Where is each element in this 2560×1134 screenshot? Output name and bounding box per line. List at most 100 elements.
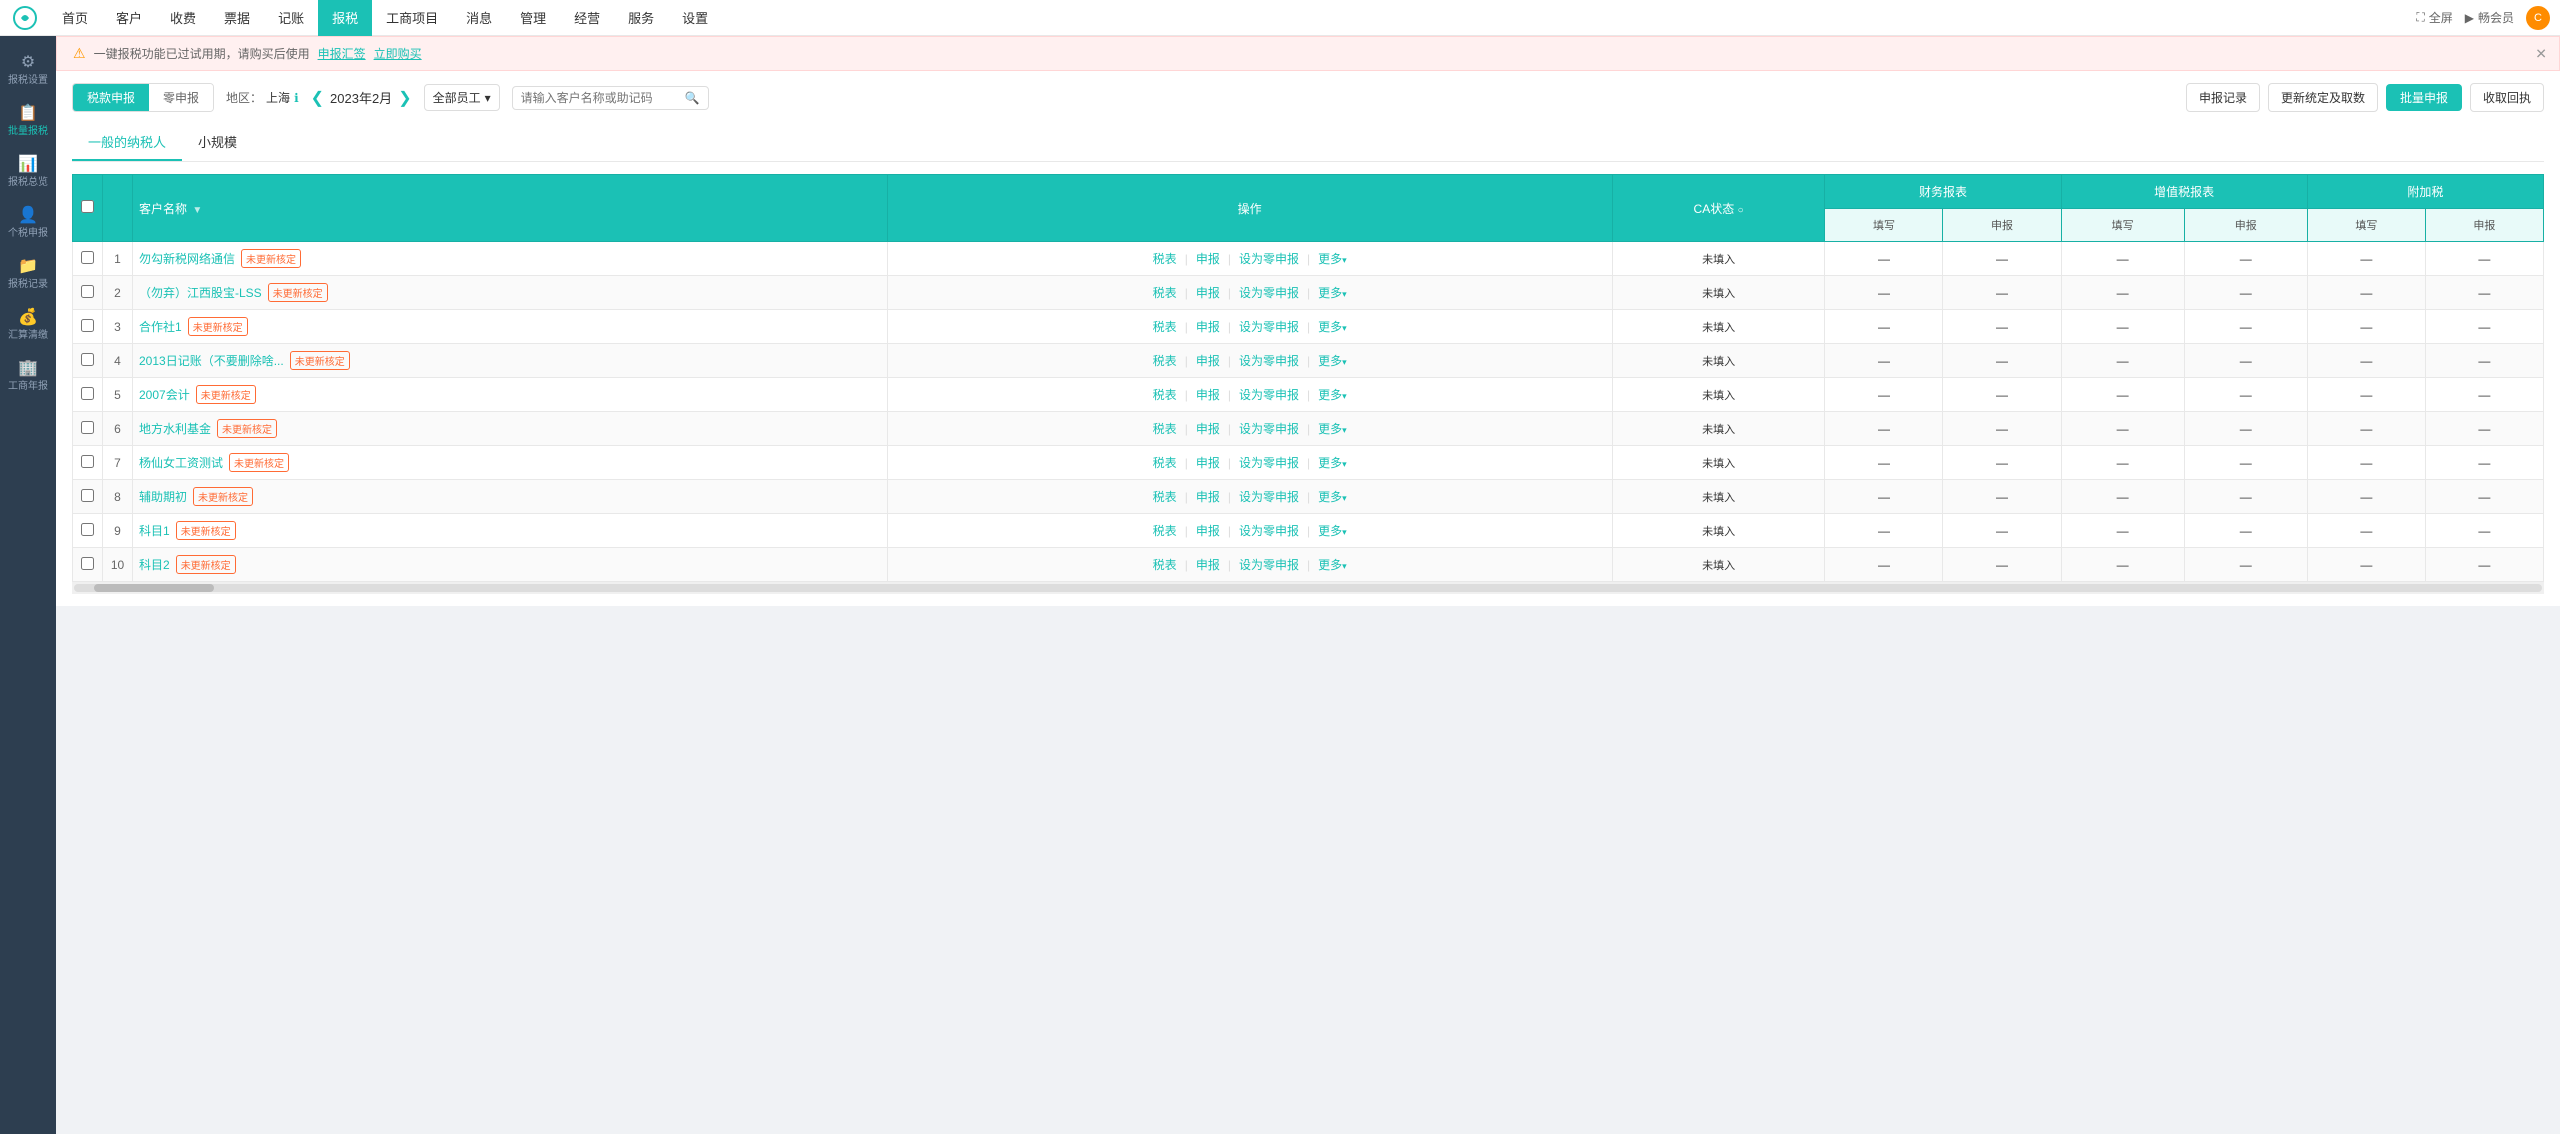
sub-tab-small-scale[interactable]: 小规模 (182, 124, 253, 161)
nav-item-manage[interactable]: 管理 (506, 0, 560, 36)
sidebar-item-settlement[interactable]: 💰 汇算清缴 (0, 299, 56, 350)
op-more[interactable]: 更多▾ (1314, 555, 1351, 574)
nav-item-invoice[interactable]: 票据 (210, 0, 264, 36)
customer-name[interactable]: 勿勾新税网络通信 (139, 250, 235, 267)
row-checkbox[interactable] (81, 319, 94, 332)
op-declare[interactable]: 申报 (1192, 487, 1224, 506)
sidebar-item-personal-tax[interactable]: 👤 个税申报 (0, 197, 56, 248)
user-avatar[interactable]: C (2526, 6, 2550, 30)
sidebar-item-tax-records[interactable]: 📁 报税记录 (0, 248, 56, 299)
op-zero-declare[interactable]: 设为零申报 (1235, 453, 1303, 472)
row-checkbox[interactable] (81, 353, 94, 366)
op-more[interactable]: 更多▾ (1314, 521, 1351, 540)
nav-item-business[interactable]: 工商项目 (372, 0, 452, 36)
customer-name[interactable]: 辅助期初 (139, 488, 187, 505)
op-more[interactable]: 更多▾ (1314, 351, 1351, 370)
op-zero-declare[interactable]: 设为零申报 (1235, 487, 1303, 506)
customer-name[interactable]: 科目1 (139, 522, 170, 539)
op-zero-declare[interactable]: 设为零申报 (1235, 283, 1303, 302)
row-checkbox[interactable] (81, 251, 94, 264)
row-checkbox[interactable] (81, 387, 94, 400)
sidebar-item-tax-overview[interactable]: 📊 报税总览 (0, 146, 56, 197)
banner-link-buy[interactable]: 立即购买 (374, 45, 422, 62)
op-declare[interactable]: 申报 (1192, 419, 1224, 438)
op-tax-form[interactable]: 税表 (1149, 283, 1181, 302)
tab-tax-declare[interactable]: 税款申报 (73, 84, 149, 111)
declare-record-button[interactable]: 申报记录 (2186, 83, 2260, 112)
op-tax-form[interactable]: 税表 (1149, 351, 1181, 370)
nav-item-service[interactable]: 服务 (614, 0, 668, 36)
row-checkbox[interactable] (81, 285, 94, 298)
customer-name[interactable]: 2013日记账（不要删除啥... (139, 352, 284, 369)
op-tax-form[interactable]: 税表 (1149, 487, 1181, 506)
row-checkbox[interactable] (81, 489, 94, 502)
collect-back-button[interactable]: 收取回执 (2470, 83, 2544, 112)
nav-item-home[interactable]: 首页 (48, 0, 102, 36)
ca-status-sort-icon[interactable]: ○ (1738, 205, 1744, 216)
row-checkbox[interactable] (81, 455, 94, 468)
sidebar-item-batch-tax[interactable]: 📋 批量报税 (0, 95, 56, 146)
member-button[interactable]: ▶ 畅会员 (2465, 9, 2514, 26)
op-zero-declare[interactable]: 设为零申报 (1235, 351, 1303, 370)
op-tax-form[interactable]: 税表 (1149, 419, 1181, 438)
op-tax-form[interactable]: 税表 (1149, 453, 1181, 472)
op-more[interactable]: 更多▾ (1314, 317, 1351, 336)
op-declare[interactable]: 申报 (1192, 555, 1224, 574)
op-declare[interactable]: 申报 (1192, 385, 1224, 404)
search-input[interactable] (521, 91, 681, 105)
scroll-thumb[interactable] (94, 584, 214, 592)
row-checkbox[interactable] (81, 557, 94, 570)
nav-item-accounting[interactable]: 记账 (264, 0, 318, 36)
batch-declare-button[interactable]: 批量申报 (2386, 84, 2462, 111)
nav-item-customer[interactable]: 客户 (102, 0, 156, 36)
banner-link-declare[interactable]: 申报汇签 (318, 45, 366, 62)
banner-close-button[interactable]: ✕ (2535, 45, 2547, 62)
select-all-checkbox[interactable] (81, 200, 94, 213)
sub-tab-general[interactable]: 一般的纳税人 (72, 124, 182, 161)
period-prev-button[interactable]: ❮ (311, 88, 324, 108)
op-zero-declare[interactable]: 设为零申报 (1235, 249, 1303, 268)
nav-item-fee[interactable]: 收费 (156, 0, 210, 36)
op-declare[interactable]: 申报 (1192, 283, 1224, 302)
op-declare[interactable]: 申报 (1192, 317, 1224, 336)
op-declare[interactable]: 申报 (1192, 249, 1224, 268)
op-more[interactable]: 更多▾ (1314, 453, 1351, 472)
info-icon[interactable]: ℹ (294, 91, 299, 105)
nav-item-tax[interactable]: 报税 (318, 0, 372, 36)
op-zero-declare[interactable]: 设为零申报 (1235, 521, 1303, 540)
op-declare[interactable]: 申报 (1192, 521, 1224, 540)
row-checkbox[interactable] (81, 421, 94, 434)
update-quota-button[interactable]: 更新统定及取数 (2268, 83, 2378, 112)
op-declare[interactable]: 申报 (1192, 453, 1224, 472)
op-more[interactable]: 更多▾ (1314, 385, 1351, 404)
customer-name[interactable]: 科目2 (139, 556, 170, 573)
fullscreen-button[interactable]: ⛶ 全屏 (2416, 9, 2452, 26)
op-zero-declare[interactable]: 设为零申报 (1235, 555, 1303, 574)
scroll-bar-area[interactable] (72, 582, 2544, 594)
customer-name[interactable]: 2007会计 (139, 386, 190, 403)
op-tax-form[interactable]: 税表 (1149, 555, 1181, 574)
op-more[interactable]: 更多▾ (1314, 249, 1351, 268)
sort-icon[interactable]: ▼ (192, 205, 202, 216)
customer-name[interactable]: （勿弃）江西股宝-LSS (139, 284, 262, 301)
period-next-button[interactable]: ❯ (398, 88, 411, 108)
customer-name[interactable]: 杨仙女工资测试 (139, 454, 223, 471)
op-tax-form[interactable]: 税表 (1149, 521, 1181, 540)
sidebar-item-tax-settings[interactable]: ⚙ 报税设置 (0, 44, 56, 95)
op-more[interactable]: 更多▾ (1314, 419, 1351, 438)
nav-item-message[interactable]: 消息 (452, 0, 506, 36)
op-tax-form[interactable]: 税表 (1149, 385, 1181, 404)
sidebar-item-annual-report[interactable]: 🏢 工商年报 (0, 350, 56, 401)
scroll-track[interactable] (74, 584, 2542, 592)
op-zero-declare[interactable]: 设为零申报 (1235, 317, 1303, 336)
op-tax-form[interactable]: 税表 (1149, 317, 1181, 336)
nav-item-operation[interactable]: 经营 (560, 0, 614, 36)
op-more[interactable]: 更多▾ (1314, 283, 1351, 302)
op-zero-declare[interactable]: 设为零申报 (1235, 419, 1303, 438)
tab-zero-declare[interactable]: 零申报 (149, 84, 213, 111)
row-checkbox[interactable] (81, 523, 94, 536)
op-declare[interactable]: 申报 (1192, 351, 1224, 370)
search-icon[interactable]: 🔍 (685, 91, 700, 105)
staff-select[interactable]: 全部员工 ▾ (424, 84, 500, 111)
customer-name[interactable]: 合作社1 (139, 318, 182, 335)
